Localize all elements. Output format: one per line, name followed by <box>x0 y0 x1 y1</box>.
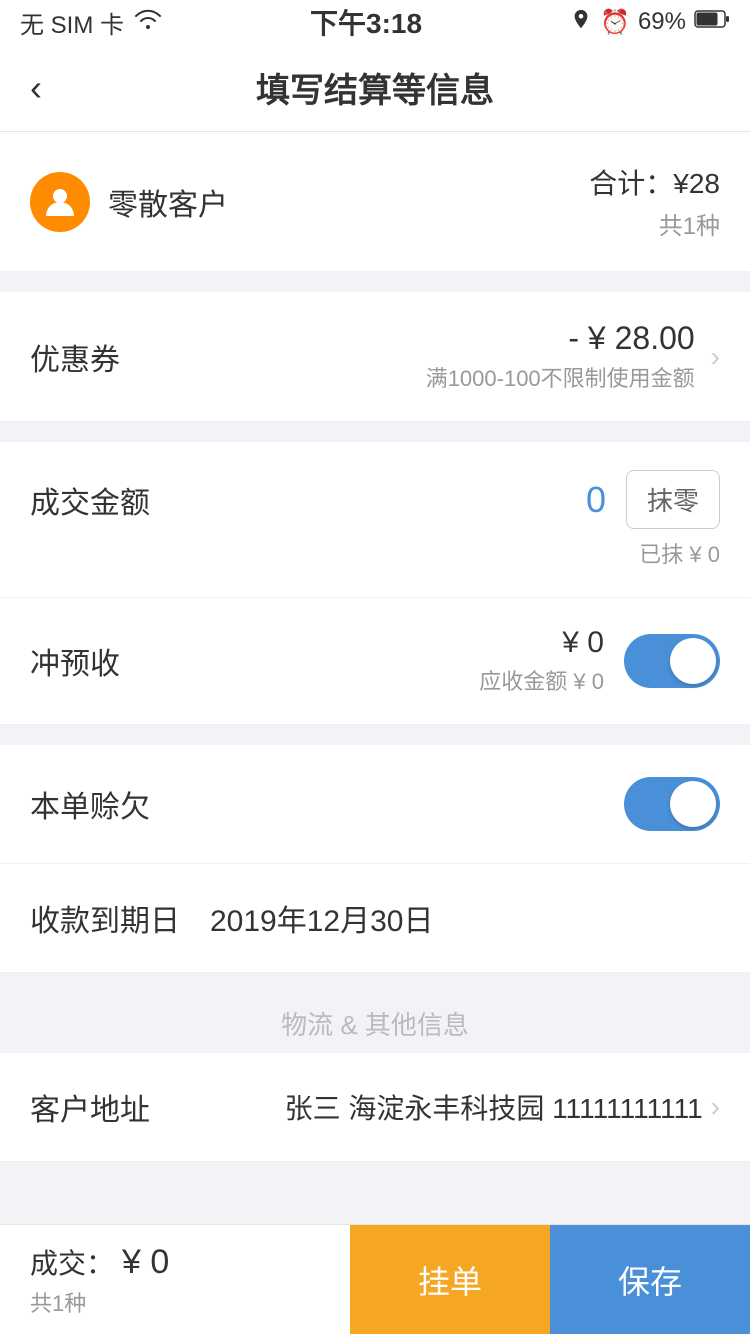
prepayment-amount: ¥ 0 <box>479 626 604 660</box>
coupon-right: - ¥ 28.00 满1000-100不限制使用金额 › <box>426 320 720 393</box>
address-value: 张三 海淀永丰科技园 11111111111 <box>180 1087 703 1127</box>
customer-left: 零散客户 <box>30 172 228 232</box>
divider-1 <box>0 272 750 292</box>
total-amount: 合计：¥28 <box>589 162 720 202</box>
logistics-section: 物流 & 其他信息 <box>0 993 750 1053</box>
alarm-icon: ⏰ <box>600 8 630 37</box>
page-title: 填写结算等信息 <box>256 63 494 112</box>
coupon-desc: 满1000-100不限制使用金额 <box>426 361 695 393</box>
status-bar: 无 SIM 卡 下午3:18 ⏰ 69% <box>0 0 750 44</box>
bottom-info: 成交： ¥ 0 共1种 <box>0 1242 350 1318</box>
already-rounded-text: 已抹 ¥ 0 <box>639 537 720 569</box>
divider-3 <box>0 725 750 745</box>
battery-icon <box>694 8 730 36</box>
time-display: 下午3:18 <box>310 2 422 42</box>
customer-row: 零散客户 合计：¥28 共1种 <box>0 132 750 272</box>
debt-toggle[interactable] <box>624 777 720 831</box>
battery-text: 69% <box>638 8 686 36</box>
due-date-label: 收款到期日 <box>30 896 180 940</box>
save-button[interactable]: 保存 <box>550 1225 750 1334</box>
bottom-deal-label: 成交： <box>30 1242 114 1282</box>
bottom-count: 共1种 <box>30 1286 320 1318</box>
due-date-row[interactable]: 收款到期日 2019年12月30日 <box>0 864 750 973</box>
coupon-chevron-icon: › <box>711 341 720 373</box>
prepayment-row: 冲预收 ¥ 0 应收金额 ¥ 0 <box>0 598 750 725</box>
status-left: 无 SIM 卡 <box>20 5 162 40</box>
address-chevron-icon: › <box>711 1091 720 1123</box>
status-right: ⏰ 69% <box>570 8 730 37</box>
hang-button[interactable]: 挂单 <box>350 1225 550 1334</box>
deal-amount-label: 成交金额 <box>30 478 150 522</box>
address-row[interactable]: 客户地址 张三 海淀永丰科技园 11111111111 › <box>0 1053 750 1162</box>
debt-row: 本单赊欠 <box>0 745 750 864</box>
location-icon <box>570 8 592 37</box>
back-button[interactable]: ‹ <box>30 67 42 109</box>
customer-summary: 合计：¥28 共1种 <box>589 162 720 241</box>
address-label: 客户地址 <box>30 1085 150 1129</box>
prepayment-toggle[interactable] <box>624 634 720 688</box>
divider-4 <box>0 973 750 993</box>
coupon-label: 优惠券 <box>30 335 120 379</box>
logistics-label: 物流 & 其他信息 <box>281 1005 469 1042</box>
round-zero-button[interactable]: 抹零 <box>626 470 720 529</box>
bottom-bar: 成交： ¥ 0 共1种 挂单 保存 <box>0 1224 750 1334</box>
coupon-amount: - ¥ 28.00 <box>426 320 695 357</box>
prepayment-subtext: 应收金额 ¥ 0 <box>479 664 604 696</box>
debt-label: 本单赊欠 <box>30 782 150 826</box>
customer-name: 零散客户 <box>108 180 228 224</box>
deal-amount-row: 成交金额 抹零 已抹 ¥ 0 <box>0 442 750 598</box>
deal-amount-input[interactable] <box>526 479 606 521</box>
due-date-value: 2019年12月30日 <box>210 896 433 940</box>
total-count: 共1种 <box>589 206 720 241</box>
coupon-row[interactable]: 优惠券 - ¥ 28.00 满1000-100不限制使用金额 › <box>0 292 750 422</box>
sim-status: 无 SIM 卡 <box>20 5 124 40</box>
nav-bar: ‹ 填写结算等信息 <box>0 44 750 132</box>
wifi-icon <box>134 8 162 37</box>
avatar <box>30 172 90 232</box>
prepayment-label: 冲预收 <box>30 639 120 683</box>
bottom-deal-amount: ¥ 0 <box>122 1243 169 1282</box>
divider-2 <box>0 422 750 442</box>
divider-5 <box>0 1162 750 1182</box>
